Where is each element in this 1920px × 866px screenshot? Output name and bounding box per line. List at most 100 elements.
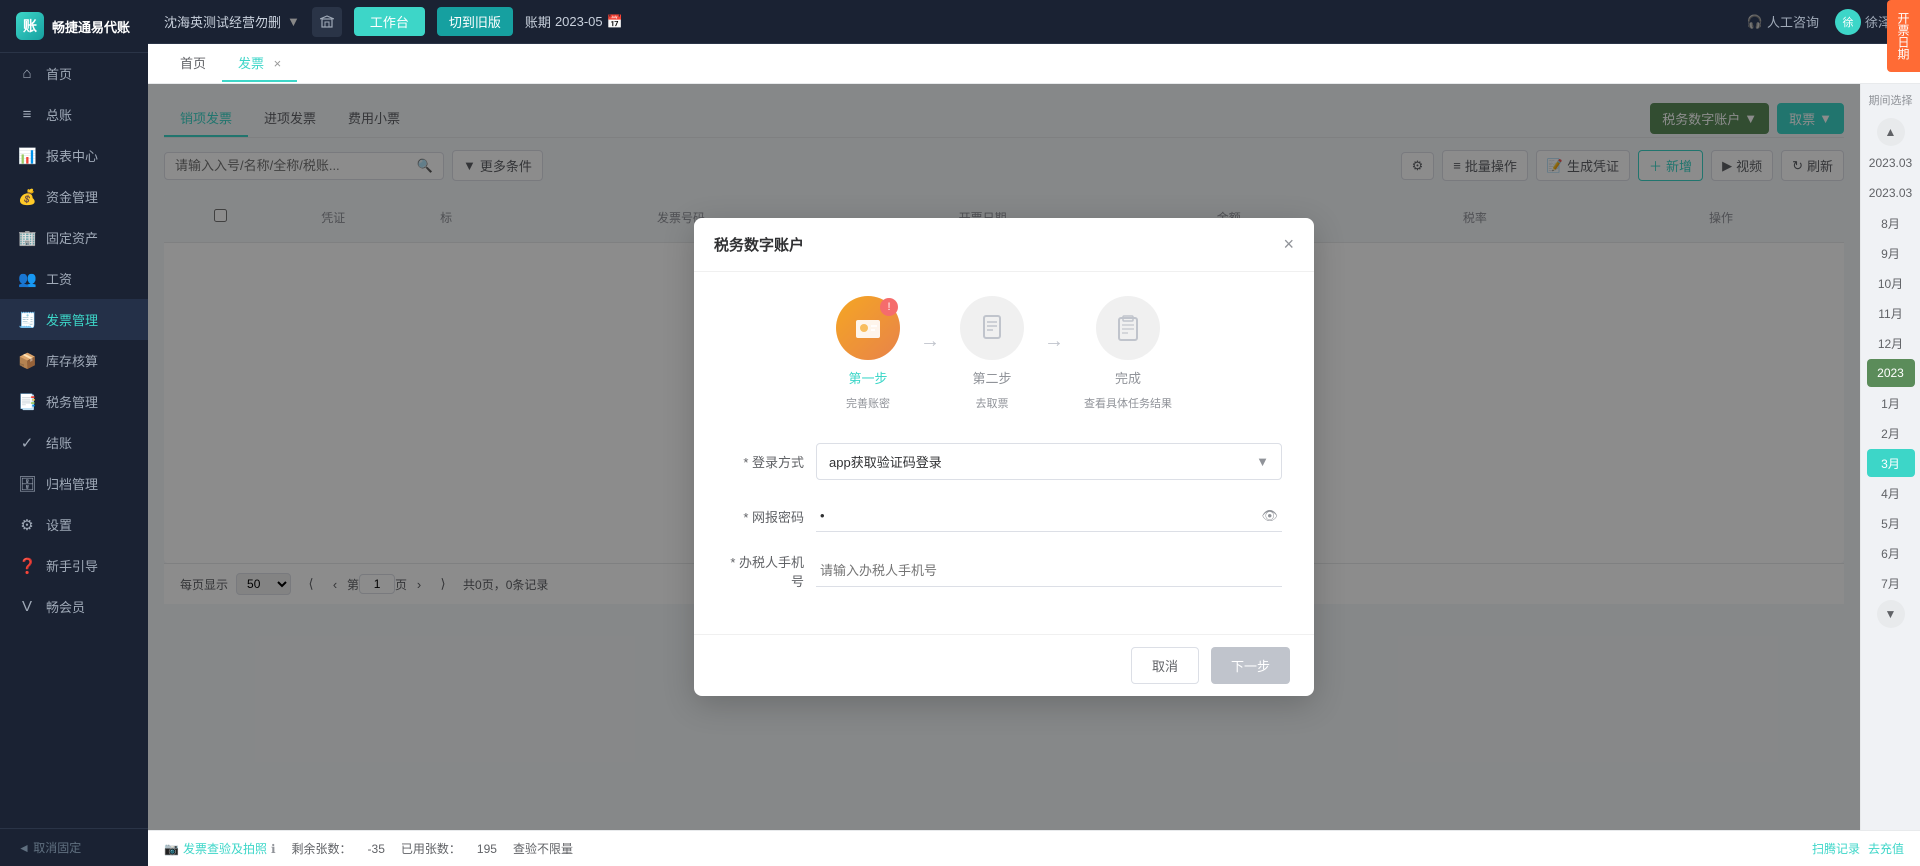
step2-sublabel: 去取票 xyxy=(976,395,1009,411)
period-2[interactable]: 2月 xyxy=(1867,419,1915,447)
eye-icon[interactable]: 👁 xyxy=(1257,508,1282,524)
used-value: 195 xyxy=(477,842,497,856)
complete-sublabel: 查看具体任务结果 xyxy=(1084,395,1172,411)
invoice-icon: 🧾 xyxy=(18,311,36,329)
sidebar-item-payroll[interactable]: 👥 工资 xyxy=(0,258,148,299)
sidebar-item-label: 设置 xyxy=(46,515,72,534)
step2-label: 第二步 xyxy=(972,368,1011,387)
info-icon: ℹ xyxy=(271,842,276,856)
sidebar-item-label: 报表中心 xyxy=(46,146,98,165)
sidebar-footer[interactable]: ◄ 取消固定 xyxy=(0,828,148,866)
cancel-button[interactable]: 取消 xyxy=(1131,647,1199,684)
step1-icon: ! xyxy=(836,296,900,360)
company-icon-button[interactable] xyxy=(312,7,342,37)
sidebar-item-label: 税务管理 xyxy=(46,392,98,411)
period-2023-03-second[interactable]: 2023.03 xyxy=(1867,179,1915,207)
recharge-link[interactable]: 去充值 xyxy=(1868,840,1904,857)
period-sidebar-title: 期间选择 xyxy=(1869,92,1913,108)
sidebar-item-assets[interactable]: 🏢 固定资产 xyxy=(0,217,148,258)
sidebar: 账 畅捷通易代账 ⌂ 首页 ≡ 总账 📊 报表中心 💰 资金管理 🏢 固定资 xyxy=(0,0,148,866)
period-4[interactable]: 4月 xyxy=(1867,479,1915,507)
sidebar-item-settings[interactable]: ⚙ 设置 xyxy=(0,504,148,545)
calendar-icon[interactable]: 📅 xyxy=(607,14,623,30)
login-method-select[interactable]: app获取验证码登录 ▼ xyxy=(816,443,1282,480)
period-11[interactable]: 11月 xyxy=(1867,299,1915,327)
step-complete-icon xyxy=(1096,296,1160,360)
company-selector[interactable]: 沈海英测试经营勿删 ▼ xyxy=(164,12,300,31)
period-3[interactable]: 3月 xyxy=(1867,449,1915,477)
sidebar-item-label: 结账 xyxy=(46,433,72,452)
next-step-button[interactable]: 下一步 xyxy=(1211,647,1290,684)
phone-input-wrap xyxy=(816,555,1282,587)
headset-icon: 🎧 xyxy=(1747,14,1763,30)
period-display: 账期 2023-05 📅 xyxy=(525,12,623,31)
tax-icon: 📑 xyxy=(18,393,36,411)
sidebar-item-ledger[interactable]: ≡ 总账 xyxy=(0,94,148,135)
step-arrow-1: → xyxy=(900,330,960,353)
sidebar-item-archive[interactable]: 🗄 归档管理 xyxy=(0,463,148,504)
sidebar-item-label: 库存核算 xyxy=(46,351,98,370)
document-icon xyxy=(976,312,1008,344)
tab-close-icon[interactable]: × xyxy=(274,56,282,71)
company-name: 沈海英测试经营勿删 xyxy=(164,12,281,31)
password-input-wrap: 👁 xyxy=(816,500,1282,532)
chevron-down-icon: ▼ xyxy=(287,14,300,29)
sidebar-item-home[interactable]: ⌂ 首页 xyxy=(0,53,148,94)
sidebar-item-funds[interactable]: 💰 资金管理 xyxy=(0,176,148,217)
period-1[interactable]: 1月 xyxy=(1867,389,1915,417)
support-button[interactable]: 🎧 人工咨询 xyxy=(1747,12,1819,31)
period-2023-03-first[interactable]: 2023.03 xyxy=(1867,149,1915,177)
period-10[interactable]: 10月 xyxy=(1867,269,1915,297)
login-method-label: * 登录方式 xyxy=(726,452,816,471)
sidebar-item-member[interactable]: V 畅会员 xyxy=(0,586,148,627)
period-up-button[interactable]: ▲ xyxy=(1877,118,1905,146)
period-value: 2023-05 xyxy=(555,14,603,29)
dialog-title: 税务数字账户 xyxy=(714,234,804,255)
invoice-check-section: 📷 发票查验及拍照 ℹ xyxy=(164,840,276,857)
scan-login-link[interactable]: 扫腾记录 xyxy=(1812,840,1860,857)
sidebar-item-reports[interactable]: 📊 报表中心 xyxy=(0,135,148,176)
step1-error-badge: ! xyxy=(880,298,898,316)
sidebar-item-guide[interactable]: ❓ 新手引导 xyxy=(0,545,148,586)
step1-label: 第一步 xyxy=(848,368,887,387)
period-down-button[interactable]: ▼ xyxy=(1877,600,1905,628)
tab-invoice-label: 发票 xyxy=(238,56,264,71)
period-8[interactable]: 8月 xyxy=(1867,209,1915,237)
period-7[interactable]: 7月 xyxy=(1867,569,1915,597)
modal-overlay: 税务数字账户 × xyxy=(148,84,1860,830)
period-6[interactable]: 6月 xyxy=(1867,539,1915,567)
switch-version-button[interactable]: 切到旧版 xyxy=(437,7,513,36)
sidebar-item-invoice[interactable]: 🧾 发票管理 xyxy=(0,299,148,340)
topbar: 沈海英测试经营勿删 ▼ 工作台 切到旧版 账期 2023-05 📅 🎧 人工咨询… xyxy=(148,0,1920,44)
sidebar-item-settle[interactable]: ✓ 结账 xyxy=(0,422,148,463)
bottombar-right: 扫腾记录 去充值 xyxy=(1812,840,1904,857)
invoice-check-label[interactable]: 发票查验及拍照 xyxy=(183,840,267,857)
sidebar-item-label: 新手引导 xyxy=(46,556,98,575)
sidebar-item-label: 畅会员 xyxy=(46,597,85,616)
tab-home[interactable]: 首页 xyxy=(164,45,222,82)
period-2023-year[interactable]: 2023 xyxy=(1867,359,1915,387)
password-item: * 网报密码 👁 xyxy=(726,500,1282,532)
period-12[interactable]: 12月 xyxy=(1867,329,1915,357)
dialog-close-button[interactable]: × xyxy=(1283,234,1294,255)
period-9[interactable]: 9月 xyxy=(1867,239,1915,267)
sidebar-item-label: 固定资产 xyxy=(46,228,98,247)
inventory-icon: 📦 xyxy=(18,352,36,370)
step-2: 第二步 去取票 xyxy=(960,296,1024,411)
sidebar-item-label: 首页 xyxy=(46,64,72,83)
period-5[interactable]: 5月 xyxy=(1867,509,1915,537)
clipboard-icon xyxy=(1112,312,1144,344)
sidebar-item-label: 总账 xyxy=(46,105,72,124)
archive-icon: 🗄 xyxy=(18,475,36,493)
topbar-right: 🎧 人工咨询 徐 徐泽华 xyxy=(1747,9,1904,35)
dialog-body: ! 第一步 完善账密 → xyxy=(694,272,1314,634)
phone-input[interactable] xyxy=(816,555,1282,586)
tab-invoice[interactable]: 发票 × xyxy=(222,45,297,82)
sidebar-item-inventory[interactable]: 📦 库存核算 xyxy=(0,340,148,381)
workspace-button[interactable]: 工作台 xyxy=(354,7,425,36)
assets-icon: 🏢 xyxy=(18,229,36,247)
password-input[interactable] xyxy=(816,500,1257,531)
id-card-icon xyxy=(852,312,884,344)
sidebar-item-tax[interactable]: 📑 税务管理 xyxy=(0,381,148,422)
step-1: ! 第一步 完善账密 xyxy=(836,296,900,411)
